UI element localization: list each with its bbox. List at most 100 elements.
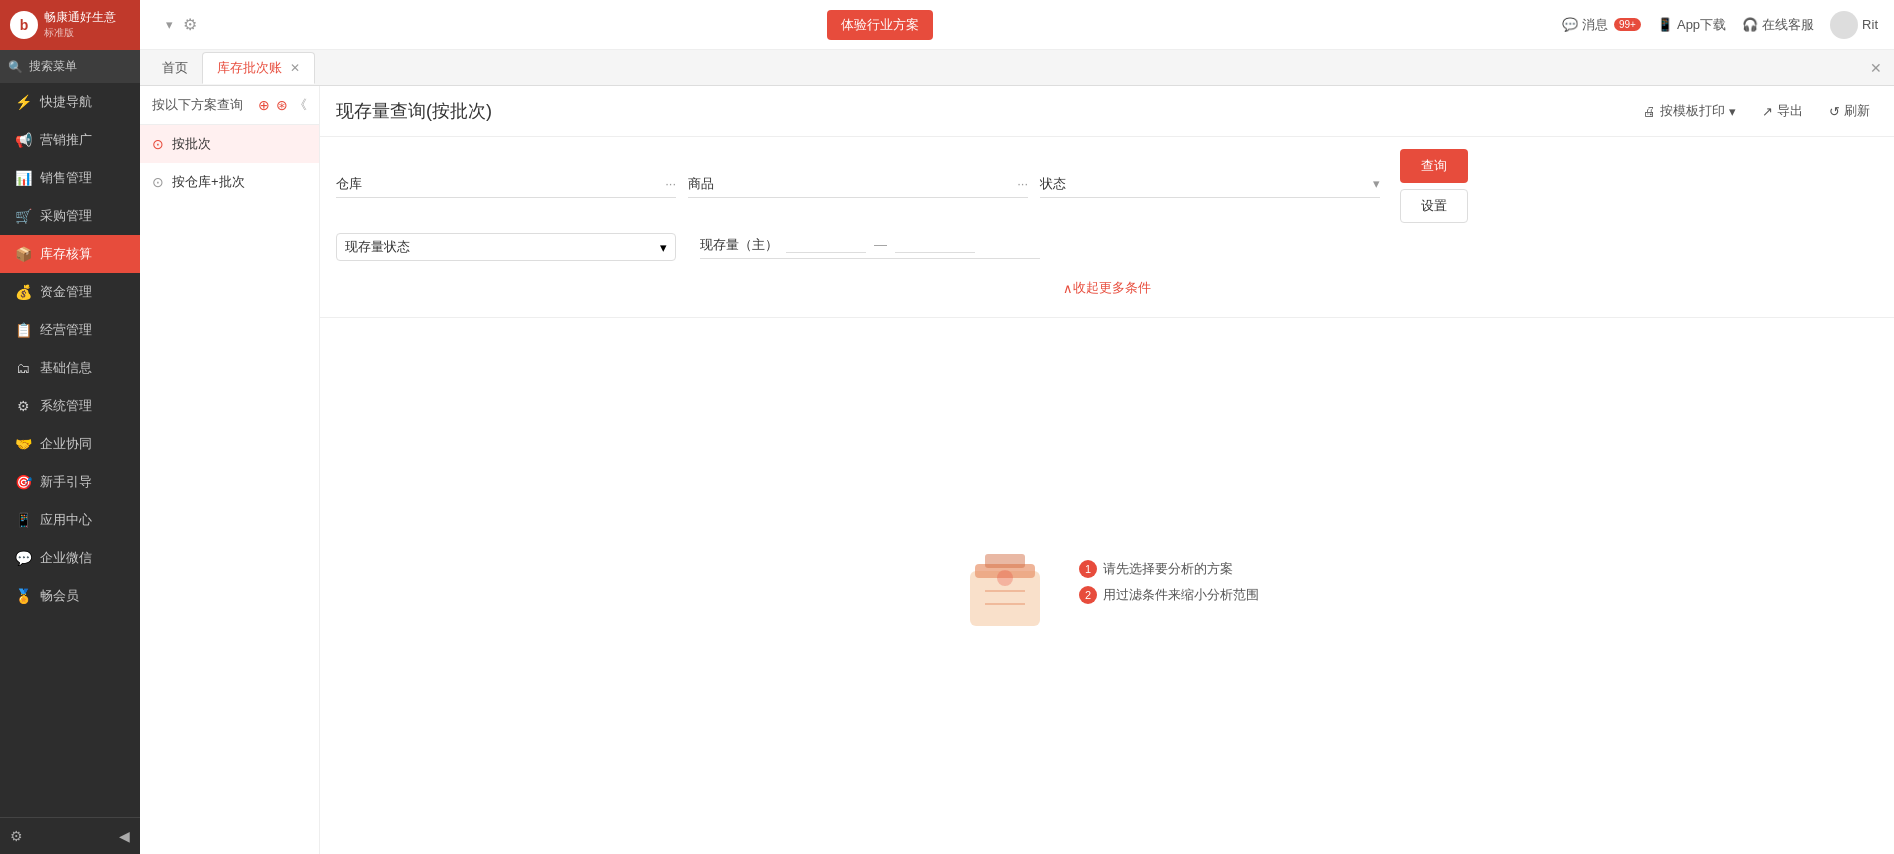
- left-panel: 按以下方案查询 ⊕ ⊛ 《 ⊙ 按批次 ⊙ 按仓库+批次: [140, 86, 320, 854]
- warehouse-more-icon[interactable]: ···: [665, 176, 676, 191]
- sidebar-item-label: 系统管理: [40, 397, 92, 415]
- warehouse-input[interactable]: [404, 176, 657, 191]
- tab-close-icon[interactable]: ✕: [290, 61, 300, 75]
- collapse-filter-button[interactable]: ∧ 收起更多条件: [336, 271, 1878, 305]
- sidebar-item-newguide[interactable]: 🎯 新手引导: [0, 463, 140, 501]
- sidebar-item-quicknav[interactable]: ⚡ 快捷导航: [0, 83, 140, 121]
- sidebar-item-inventory[interactable]: 📦 库存核算: [0, 235, 140, 273]
- online-service-button[interactable]: 🎧 在线客服: [1742, 16, 1814, 34]
- messages-button[interactable]: 💬 消息 99+: [1562, 16, 1641, 34]
- sidebar-item-purchase[interactable]: 🛒 采购管理: [0, 197, 140, 235]
- empty-step2: 2 用过滤条件来缩小分析范围: [1079, 586, 1259, 604]
- avatar: [1830, 11, 1858, 39]
- filter-row-2: 现存量状态 ▾ 现存量（主） —: [336, 233, 1878, 261]
- svg-rect-2: [985, 554, 1025, 568]
- refresh-label: 刷新: [1844, 102, 1870, 120]
- company-name: 畅康通好生意: [44, 10, 116, 26]
- sidebar-item-label: 企业微信: [40, 549, 92, 567]
- filter-warehouse: 仓库 ···: [336, 175, 676, 198]
- config-scheme-icon[interactable]: ⊛: [276, 97, 288, 113]
- status-input[interactable]: [1108, 176, 1365, 191]
- settings-button[interactable]: 设置: [1400, 189, 1468, 223]
- basic-icon: 🗂: [14, 359, 32, 377]
- sidebar-item-finance[interactable]: 💰 资金管理: [0, 273, 140, 311]
- product-input[interactable]: [756, 176, 1009, 191]
- inventory-status-dropdown-icon: ▾: [660, 240, 667, 255]
- sidebar-search[interactable]: 🔍 搜索菜单: [0, 50, 140, 83]
- appstore-icon: 📱: [14, 511, 32, 529]
- tab-bar: 首页 库存批次账 ✕ ✕: [140, 50, 1894, 86]
- topbar-left: ▾ ⚙: [156, 15, 197, 34]
- topbar-chevron-icon[interactable]: ▾: [166, 17, 173, 32]
- svg-point-5: [997, 570, 1013, 586]
- collapse-sidebar-icon[interactable]: ◀: [119, 828, 130, 844]
- step2-num: 2: [1079, 586, 1097, 604]
- sidebar-item-member[interactable]: 🏅 畅会员: [0, 577, 140, 615]
- sidebar-item-marketing[interactable]: 📢 营销推广: [0, 121, 140, 159]
- qty-min-input[interactable]: [786, 237, 866, 253]
- sidebar-item-label: 库存核算: [40, 245, 92, 263]
- left-panel-icons: ⊕ ⊛ 《: [258, 96, 307, 114]
- tab-batch-label: 库存批次账: [217, 59, 282, 77]
- status-label: 状态: [1040, 175, 1100, 193]
- sidebar-item-sales[interactable]: 📊 销售管理: [0, 159, 140, 197]
- filter-inventory-status[interactable]: 现存量状态 ▾: [336, 233, 676, 261]
- qty-max-input[interactable]: [895, 237, 975, 253]
- sidebar-item-wechat[interactable]: 💬 企业微信: [0, 539, 140, 577]
- sidebar-logo: b: [10, 11, 38, 39]
- search-icon: 🔍: [8, 60, 23, 74]
- sidebar-item-basic[interactable]: 🗂 基础信息: [0, 349, 140, 387]
- range-dash: —: [874, 237, 887, 252]
- sidebar-item-enterprise[interactable]: 🤝 企业协同: [0, 425, 140, 463]
- sidebar: b 畅康通好生意 标准版 🔍 搜索菜单 ⚡ 快捷导航 📢 营销推广 📊 销售管理…: [0, 0, 140, 854]
- messages-label: 消息: [1582, 16, 1608, 34]
- marketing-icon: 📢: [14, 131, 32, 149]
- topbar-actions: 体验行业方案: [827, 10, 933, 40]
- phone-icon: 📱: [1657, 17, 1673, 32]
- system-icon: ⚙: [14, 397, 32, 415]
- scheme-item-by-batch[interactable]: ⊙ 按批次: [140, 125, 319, 163]
- user-avatar-button[interactable]: Rit: [1830, 11, 1878, 39]
- app-download-button[interactable]: 📱 App下载: [1657, 16, 1726, 34]
- scheme-item-by-warehouse-batch[interactable]: ⊙ 按仓库+批次: [140, 163, 319, 201]
- print-button[interactable]: 🖨 按模板打印 ▾: [1635, 98, 1744, 124]
- inventory-icon: 📦: [14, 245, 32, 263]
- sidebar-item-label: 快捷导航: [40, 93, 92, 111]
- status-dropdown-icon[interactable]: ▾: [1373, 176, 1380, 191]
- product-label: 商品: [688, 175, 748, 193]
- tab-batch[interactable]: 库存批次账 ✕: [202, 52, 315, 84]
- sidebar-item-operation[interactable]: 📋 经营管理: [0, 311, 140, 349]
- settings-icon[interactable]: ⚙: [10, 828, 23, 844]
- step2-text: 用过滤条件来缩小分析范围: [1103, 586, 1259, 604]
- purchase-icon: 🛒: [14, 207, 32, 225]
- member-icon: 🏅: [14, 587, 32, 605]
- topbar-settings-icon[interactable]: ⚙: [183, 15, 197, 34]
- sidebar-item-appstore[interactable]: 📱 应用中心: [0, 501, 140, 539]
- left-panel-header: 按以下方案查询 ⊕ ⊛ 《: [140, 86, 319, 125]
- print-dropdown-icon[interactable]: ▾: [1729, 104, 1736, 119]
- print-label: 按模板打印: [1660, 102, 1725, 120]
- sidebar-item-label: 销售管理: [40, 169, 92, 187]
- filter-inventory-qty: 现存量（主） —: [700, 236, 1040, 259]
- batch-scheme-icon: ⊙: [152, 136, 164, 152]
- sidebar-item-label: 采购管理: [40, 207, 92, 225]
- sidebar-item-system[interactable]: ⚙ 系统管理: [0, 387, 140, 425]
- refresh-button[interactable]: ↺ 刷新: [1821, 98, 1878, 124]
- product-more-icon[interactable]: ···: [1017, 176, 1028, 191]
- collapse-panel-icon[interactable]: 《: [294, 96, 307, 114]
- industry-solution-button[interactable]: 体验行业方案: [827, 10, 933, 40]
- export-button[interactable]: ↗ 导出: [1754, 98, 1811, 124]
- sidebar-company-info: 畅康通好生意 标准版: [44, 10, 116, 40]
- tab-home[interactable]: 首页: [148, 53, 202, 83]
- query-button[interactable]: 查询: [1400, 149, 1468, 183]
- sidebar-item-label: 新手引导: [40, 473, 92, 491]
- operation-icon: 📋: [14, 321, 32, 339]
- empty-illustration: [955, 536, 1055, 636]
- content: 按以下方案查询 ⊕ ⊛ 《 ⊙ 按批次 ⊙ 按仓库+批次 现存量查询(按批次): [140, 86, 1894, 854]
- main-area: ▾ ⚙ 体验行业方案 💬 消息 99+ 📱 App下载 🎧 在线客服 Rit: [140, 0, 1894, 854]
- sidebar-item-label: 资金管理: [40, 283, 92, 301]
- add-scheme-icon[interactable]: ⊕: [258, 97, 270, 113]
- sidebar-item-label: 基础信息: [40, 359, 92, 377]
- filter-row-1: 仓库 ··· 商品 ··· 状态 ▾ 查询: [336, 149, 1878, 223]
- tab-bar-close-button[interactable]: ✕: [1866, 56, 1886, 80]
